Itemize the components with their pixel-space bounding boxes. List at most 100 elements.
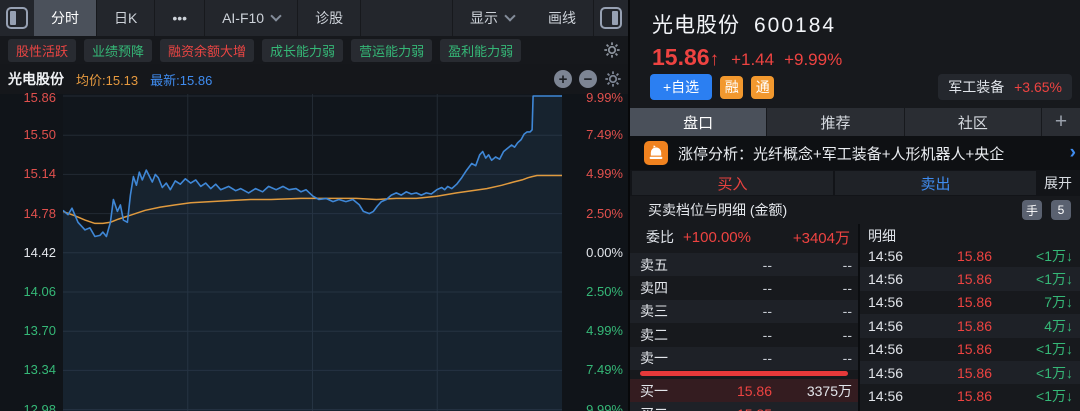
level-price: -- bbox=[682, 280, 772, 296]
action-row: +自选 融 通 军工装备 +3.65% bbox=[650, 75, 1072, 99]
trade-time: 14:56 bbox=[860, 388, 914, 404]
detail-row[interactable]: 14:5615.86<1万↓ bbox=[860, 244, 1080, 267]
trade-amount: <1万↓ bbox=[992, 246, 1080, 266]
percent-axis-label: 0.00% bbox=[565, 245, 623, 261]
bid-row[interactable]: 买二15.85-- bbox=[630, 402, 858, 411]
level-label: 卖五 bbox=[630, 255, 682, 275]
level-price: -- bbox=[682, 257, 772, 273]
add-tab-icon[interactable]: + bbox=[1042, 108, 1080, 136]
collapse-right-panel-icon[interactable] bbox=[594, 0, 628, 36]
display-label: 显示 bbox=[470, 8, 498, 28]
trade-amount: <1万↓ bbox=[992, 363, 1080, 383]
margin-badge[interactable]: 融 bbox=[720, 76, 743, 99]
price-axis-label: 14.42 bbox=[0, 245, 56, 261]
trade-amount: <1万↓ bbox=[992, 339, 1080, 359]
ask-row[interactable]: 卖一---- bbox=[630, 347, 858, 370]
price-axis-label: 14.06 bbox=[0, 284, 56, 300]
unit-hand-badge[interactable]: 手 bbox=[1022, 200, 1042, 220]
expand-button[interactable]: 展开 bbox=[1036, 170, 1080, 196]
add-watchlist-button[interactable]: +自选 bbox=[650, 74, 712, 100]
detail-row[interactable]: 14:5615.86<1万↓ bbox=[860, 338, 1080, 361]
draw-line-button[interactable]: 画线 bbox=[531, 0, 594, 36]
display-dropdown[interactable]: 显示 bbox=[453, 0, 531, 36]
trade-price: 15.86 bbox=[914, 294, 992, 310]
more-periods-button[interactable]: ••• bbox=[155, 0, 205, 36]
price-row: 15.86 ↑ +1.44 +9.99% bbox=[652, 44, 842, 71]
price-axis-label: 13.70 bbox=[0, 323, 56, 339]
detail-row[interactable]: 14:5615.867万↓ bbox=[860, 291, 1080, 314]
percent-axis-label: 4.99% bbox=[565, 166, 623, 182]
level-label: 卖一 bbox=[630, 348, 682, 368]
tab-daily-k[interactable]: 日K bbox=[97, 0, 155, 36]
sector-link[interactable]: 军工装备 +3.65% bbox=[938, 74, 1072, 100]
intraday-chart-canvas[interactable] bbox=[63, 94, 562, 411]
level-amount: -- bbox=[772, 280, 858, 296]
trade-time: 14:56 bbox=[860, 271, 914, 287]
percent-axis-label: 4.99% bbox=[565, 323, 623, 339]
order-book: 委比 +100.00% +3404万 卖五----卖四----卖三----卖二-… bbox=[630, 224, 1080, 411]
commission-ratio-bar bbox=[640, 371, 848, 376]
percent-axis-label: 7.49% bbox=[565, 127, 623, 143]
tag-chip[interactable]: 成长能力弱 bbox=[262, 39, 343, 62]
detail-row[interactable]: 14:5615.86<1万↓ bbox=[860, 384, 1080, 407]
chevron-down-icon bbox=[504, 10, 515, 21]
collapse-left-panel-icon[interactable] bbox=[0, 0, 34, 36]
sector-name: 军工装备 bbox=[948, 79, 1004, 95]
tab-recommend[interactable]: 推荐 bbox=[767, 108, 904, 136]
tag-chip[interactable]: 股性活跃 bbox=[8, 39, 76, 62]
level-count-badge[interactable]: 5 bbox=[1051, 200, 1071, 220]
commission-net-amount: +3404万 bbox=[793, 227, 850, 248]
level-price: -- bbox=[682, 327, 772, 343]
tab-intraday[interactable]: 分时 bbox=[34, 0, 97, 36]
stock-code: 600184 bbox=[754, 14, 836, 37]
trade-price: 15.86 bbox=[914, 271, 992, 287]
stock-title: 光电股份600184 bbox=[652, 9, 836, 39]
detail-row[interactable]: 14:5615.86<1万↓ bbox=[860, 267, 1080, 290]
detail-row[interactable]: 14:5615.86<1万↓ bbox=[860, 361, 1080, 384]
ask-row[interactable]: 卖四---- bbox=[630, 276, 858, 299]
ai-f10-dropdown[interactable]: AI-F10 bbox=[205, 0, 298, 36]
tag-chip[interactable]: 营运能力弱 bbox=[351, 39, 432, 62]
quote-pane: 光电股份600184 15.86 ↑ +1.44 +9.99% +自选 融 通 … bbox=[628, 0, 1080, 411]
tab-order-book[interactable]: 盘口 bbox=[630, 108, 767, 136]
bid-row[interactable]: 买一15.863375万 bbox=[630, 379, 858, 402]
order-book-header: 买卖档位与明细 (金额) 手 5 bbox=[630, 196, 1080, 224]
tag-chip[interactable]: 业绩预降 bbox=[84, 39, 152, 62]
trade-tabs: 买入 卖出 展开 bbox=[630, 170, 1080, 196]
order-book-title: 买卖档位与明细 (金额) bbox=[648, 200, 787, 220]
chevron-down-icon bbox=[270, 10, 281, 21]
limit-analysis-text: 涨停分析：光纤概念+军工装备+人形机器人+央企 bbox=[678, 143, 1070, 164]
tab-community[interactable]: 社区 bbox=[905, 108, 1042, 136]
trade-time: 14:56 bbox=[860, 294, 914, 310]
detail-row[interactable]: 14:5615.864万↓ bbox=[860, 314, 1080, 337]
level-label: 卖三 bbox=[630, 301, 682, 321]
zoom-in-icon[interactable]: + bbox=[554, 70, 572, 88]
ask-row[interactable]: 卖二---- bbox=[630, 323, 858, 346]
chart-legend-bar: 光电股份 均价:15.13 最新:15.86 + − bbox=[0, 64, 628, 94]
diagnose-button[interactable]: 诊股 bbox=[298, 0, 361, 36]
tag-chip[interactable]: 融资余额大增 bbox=[160, 39, 254, 62]
level-price: 15.86 bbox=[682, 383, 772, 399]
zoom-out-icon[interactable]: − bbox=[579, 70, 597, 88]
percent-axis-label: 7.49% bbox=[565, 362, 623, 378]
price-change-pct: +9.99% bbox=[784, 50, 842, 70]
stock-app: 分时 日K ••• AI-F10 诊股 显示 画线 股性活跃 业绩预降 融资余额… bbox=[0, 0, 1080, 411]
level-label: 买一 bbox=[630, 381, 682, 401]
trade-price: 15.86 bbox=[914, 248, 992, 264]
limit-up-analysis-link[interactable]: 涨停分析：光纤概念+军工装备+人形机器人+央企 › bbox=[630, 136, 1080, 170]
tags-settings-gear-icon[interactable] bbox=[603, 41, 621, 64]
tag-chip[interactable]: 盈利能力弱 bbox=[440, 39, 521, 62]
percent-axis-label: 2.50% bbox=[565, 284, 623, 300]
chart-settings-gear-icon[interactable] bbox=[604, 70, 622, 88]
sell-tab[interactable]: 卖出 bbox=[835, 171, 1036, 195]
ask-row[interactable]: 卖五---- bbox=[630, 253, 858, 276]
buy-tab[interactable]: 买入 bbox=[632, 171, 833, 195]
toolbar-spacer bbox=[361, 0, 453, 36]
level-label: 卖二 bbox=[630, 325, 682, 345]
alarm-icon bbox=[644, 141, 668, 165]
ask-row[interactable]: 卖三---- bbox=[630, 300, 858, 323]
connect-badge[interactable]: 通 bbox=[751, 76, 774, 99]
percent-axis-label: 9.99% bbox=[565, 90, 623, 106]
price-axis-label: 15.86 bbox=[0, 90, 56, 106]
trade-amount: <1万↓ bbox=[992, 386, 1080, 406]
